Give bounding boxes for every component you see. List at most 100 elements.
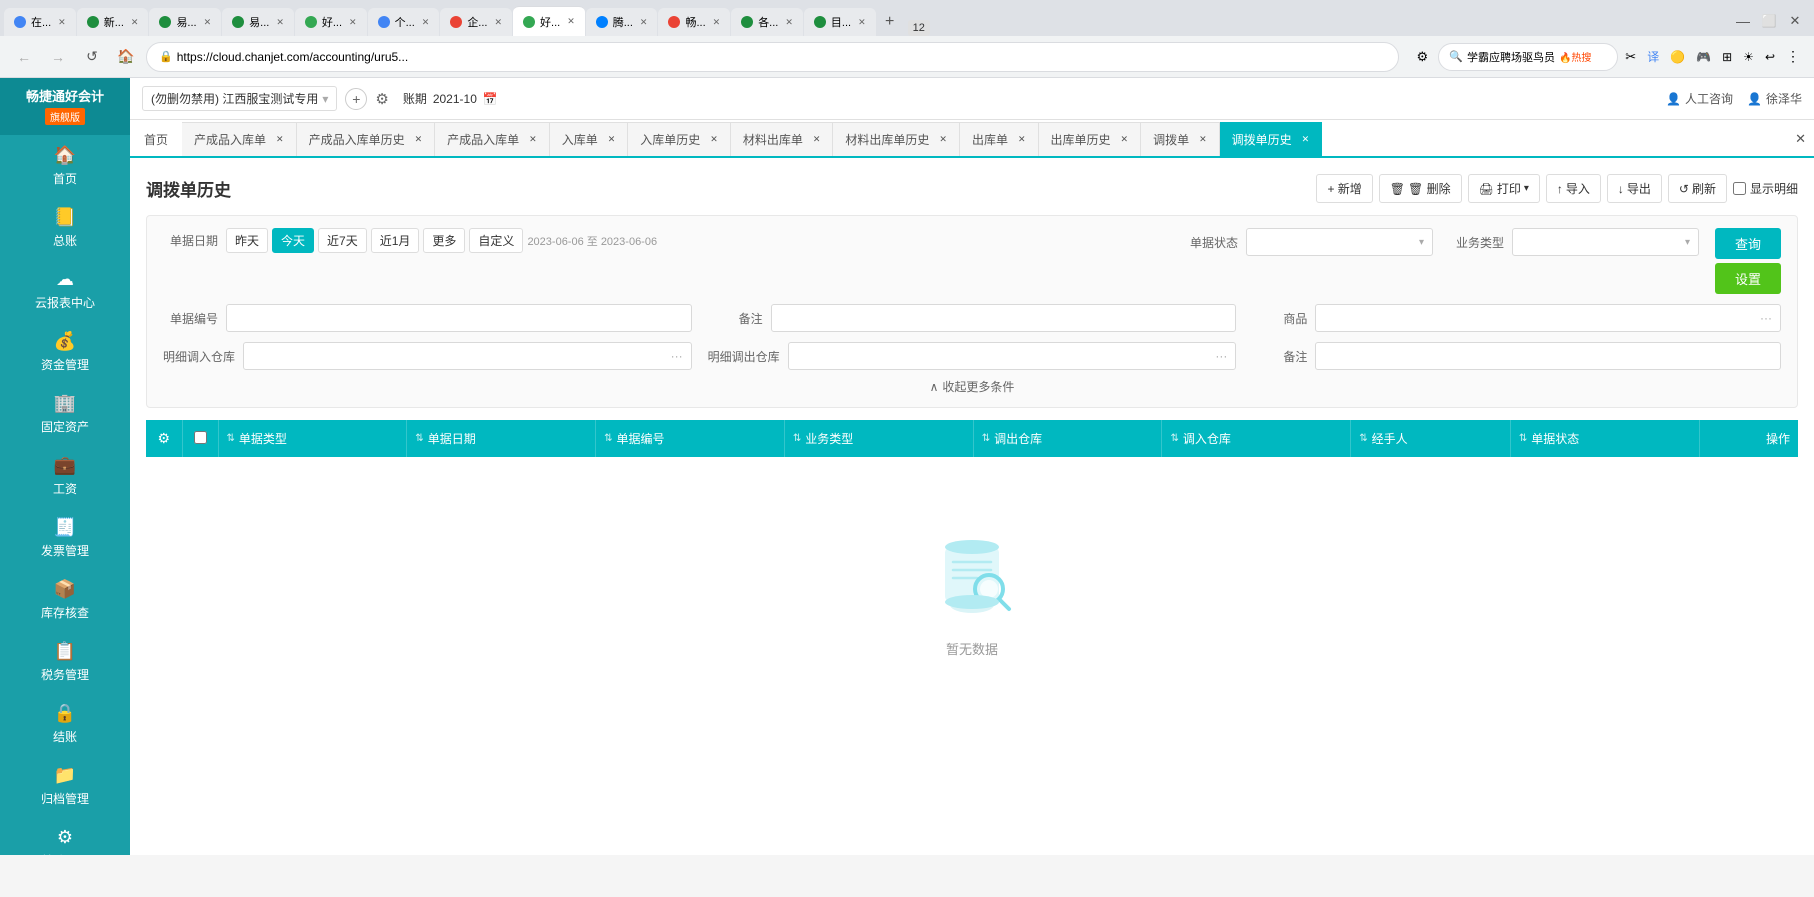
nav-tab-close-icon[interactable]: ✕	[276, 134, 284, 145]
tab-close[interactable]: ✕	[131, 17, 139, 28]
tab-close[interactable]: ✕	[276, 17, 284, 28]
tab-5[interactable]: 好... ✕	[295, 8, 367, 36]
nav-tab-out-order[interactable]: 出库单 ✕	[960, 122, 1039, 156]
date-btn-7days[interactable]: 近7天	[318, 228, 367, 253]
window-maximize[interactable]: ⬜	[1758, 10, 1780, 32]
nav-tab-product-in-history[interactable]: 产成品入库单历史 ✕	[297, 122, 436, 156]
th-status[interactable]: ⇅ 单据状态	[1510, 420, 1699, 457]
sidebar-item-reports[interactable]: ☁ 云报表中心	[0, 259, 130, 321]
goods-selector[interactable]: ···	[1315, 304, 1781, 332]
cut-icon[interactable]: ✂	[1621, 47, 1640, 67]
tab-4[interactable]: 易... ✕	[222, 8, 294, 36]
sidebar-item-settings[interactable]: ⚙ 基础设置	[0, 817, 130, 855]
tab-9[interactable]: 腾... ✕	[586, 8, 658, 36]
add-company-btn[interactable]: +	[345, 88, 367, 110]
nav-tab-home[interactable]: 首页	[130, 122, 182, 156]
date-btn-yesterday[interactable]: 昨天	[226, 228, 268, 253]
nav-tab-close-icon[interactable]: ✕	[1302, 134, 1310, 145]
new-btn[interactable]: + 新增	[1316, 174, 1372, 203]
query-btn[interactable]: 查询	[1715, 228, 1781, 259]
print-btn[interactable]: 🖨 打印 ▾	[1468, 174, 1540, 203]
tab-close[interactable]: ✕	[785, 17, 793, 28]
tab-close[interactable]: ✕	[713, 17, 721, 28]
out-warehouse-selector[interactable]: ···	[788, 342, 1237, 370]
nav-tab-in-history[interactable]: 入库单历史 ✕	[628, 122, 731, 156]
tab-8-active[interactable]: 好... ✕	[513, 6, 585, 36]
tab-2[interactable]: 新... ✕	[77, 8, 149, 36]
nav-tab-close-icon[interactable]: ✕	[813, 134, 821, 145]
sidebar-item-tax[interactable]: 📋 税务管理	[0, 631, 130, 693]
tab-close[interactable]: ✕	[349, 17, 357, 28]
nav-tab-in-order[interactable]: 入库单 ✕	[550, 122, 629, 156]
sidebar-item-close[interactable]: 🔒 结账	[0, 693, 130, 755]
nav-tab-close-page-btn[interactable]: ✕	[1787, 122, 1814, 156]
tab-3[interactable]: 易... ✕	[149, 8, 221, 36]
nav-tab-close-icon[interactable]: ✕	[939, 134, 947, 145]
nav-tab-close-icon[interactable]: ✕	[1121, 134, 1129, 145]
service-btn[interactable]: 👤 人工咨询	[1666, 90, 1733, 107]
th-in-warehouse[interactable]: ⇅ 调入仓库	[1162, 420, 1351, 457]
home-btn[interactable]: 🏠	[112, 43, 140, 71]
tab-close[interactable]: ✕	[640, 17, 648, 28]
sidebar-item-invoices[interactable]: 🧾 发票管理	[0, 507, 130, 569]
business-type-select[interactable]: ▾	[1512, 228, 1699, 256]
forward-btn[interactable]: →	[44, 43, 72, 71]
sidebar-item-wages[interactable]: 💼 工资	[0, 445, 130, 507]
sidebar-item-home[interactable]: 🏠 首页	[0, 135, 130, 197]
nav-tab-product-in[interactable]: 产成品入库单 ✕	[182, 122, 297, 156]
show-cols-checkbox[interactable]	[1733, 182, 1746, 195]
in-warehouse-selector[interactable]: ···	[243, 342, 692, 370]
menu-icon[interactable]: ⋮	[1782, 46, 1804, 67]
date-btn-today[interactable]: 今天	[272, 228, 314, 253]
reload-btn[interactable]: ↺	[78, 43, 106, 71]
import-btn[interactable]: ↑ 导入	[1546, 174, 1601, 203]
remark2-input[interactable]	[1315, 342, 1781, 370]
tab-close[interactable]: ✕	[422, 17, 430, 28]
th-handler[interactable]: ⇅ 经手人	[1351, 420, 1511, 457]
th-business-type[interactable]: ⇅ 业务类型	[784, 420, 973, 457]
delete-btn[interactable]: 🗑 🗑 删除	[1379, 174, 1462, 203]
tab-10[interactable]: 畅... ✕	[658, 8, 730, 36]
window-minimize[interactable]: —	[1732, 10, 1754, 32]
back-btn[interactable]: ←	[10, 43, 38, 71]
new-tab-btn[interactable]: +	[876, 8, 904, 36]
th-out-warehouse[interactable]: ⇅ 调出仓库	[973, 420, 1162, 457]
nav-tab-close-icon[interactable]: ✕	[1199, 134, 1207, 145]
ext3-icon[interactable]: ⊞	[1718, 48, 1736, 66]
tab-1[interactable]: 在... ✕	[4, 8, 76, 36]
date-btn-more[interactable]: 更多	[423, 228, 465, 253]
tab-12[interactable]: 目... ✕	[804, 8, 876, 36]
order-no-input[interactable]	[226, 304, 692, 332]
date-btn-1month[interactable]: 近1月	[371, 228, 420, 253]
tab-6[interactable]: 个... ✕	[368, 8, 440, 36]
nav-tab-material-out[interactable]: 材料出库单 ✕	[731, 122, 834, 156]
tab-close[interactable]: ✕	[494, 17, 502, 28]
ext1-icon[interactable]: 🟡	[1666, 48, 1689, 66]
company-selector[interactable]: (勿删勿禁用) 江西服宝测试专用 ▾	[142, 86, 337, 111]
tab-close[interactable]: ✕	[58, 17, 66, 28]
sidebar-item-ledger[interactable]: 📒 总账	[0, 197, 130, 259]
set-btn[interactable]: 设置	[1715, 263, 1781, 294]
tab-close[interactable]: ✕	[204, 17, 212, 28]
th-settings[interactable]: ⚙	[146, 420, 182, 457]
tab-close-icon[interactable]: ✕	[567, 16, 575, 27]
sidebar-item-inventory[interactable]: 📦 库存核查	[0, 569, 130, 631]
th-order-type[interactable]: ⇅ 单据类型	[218, 420, 407, 457]
translate-icon[interactable]: 译	[1643, 46, 1663, 67]
nav-tab-product-in2[interactable]: 产成品入库单 ✕	[435, 122, 550, 156]
sidebar-item-archive[interactable]: 📁 归档管理	[0, 755, 130, 817]
tab-7[interactable]: 企... ✕	[440, 8, 512, 36]
nav-tab-close-icon[interactable]: ✕	[710, 134, 718, 145]
status-select[interactable]: ▾	[1246, 228, 1433, 256]
refresh-btn[interactable]: ↺ 刷新	[1668, 174, 1727, 203]
sidebar-item-assets[interactable]: 🏢 固定资产	[0, 383, 130, 445]
nav-tab-transfer-history[interactable]: 调拨单历史 ✕	[1220, 122, 1323, 156]
select-all-checkbox[interactable]	[194, 431, 207, 444]
search-bar[interactable]: 🔍 学霸应聘场驱鸟员 🔥热搜	[1438, 43, 1618, 71]
undo-icon[interactable]: ↩	[1761, 48, 1779, 66]
calendar-icon[interactable]: 📅	[483, 92, 498, 106]
tab-close[interactable]: ✕	[858, 17, 866, 28]
collapse-filter-btn[interactable]: ∧ 收起更多条件	[930, 378, 1015, 395]
nav-tab-close-icon[interactable]: ✕	[608, 134, 616, 145]
sidebar-item-capital[interactable]: 💰 资金管理	[0, 321, 130, 383]
